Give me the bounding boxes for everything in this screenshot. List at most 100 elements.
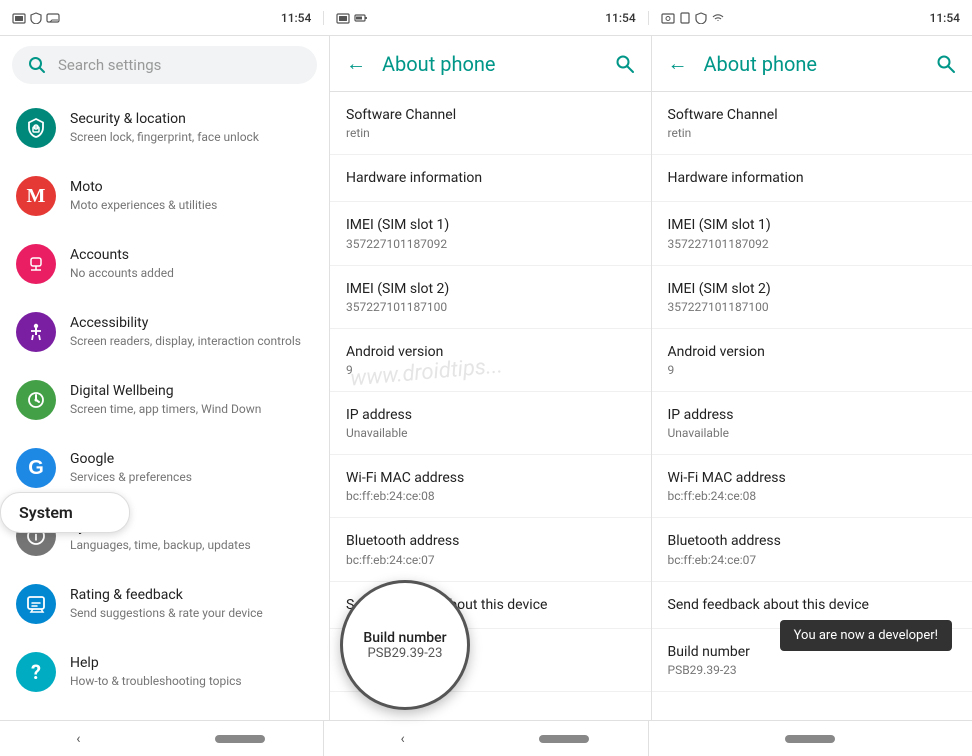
- info-sub-bt-mid: bc:ff:eb:24:ce:07: [346, 553, 635, 567]
- info-sub-imei1-mid: 357227101187092: [346, 237, 635, 251]
- info-sub-wifi-right: bc:ff:eb:24:ce:08: [668, 489, 957, 503]
- settings-item-accounts[interactable]: Accounts No accounts added: [0, 230, 329, 298]
- info-bt-mid[interactable]: Bluetooth address bc:ff:eb:24:ce:07: [330, 518, 651, 581]
- settings-item-rating[interactable]: Rating & feedback Send suggestions & rat…: [0, 570, 329, 638]
- security-text: Security & location Screen lock, fingerp…: [70, 110, 313, 146]
- info-sub-bt-right: bc:ff:eb:24:ce:07: [668, 553, 957, 567]
- info-sub-android-mid: 9: [346, 363, 635, 377]
- info-software-channel-right[interactable]: Software Channel retin: [652, 92, 972, 155]
- build-circle-value: PSB29.39-23: [368, 646, 443, 661]
- right-status-icons: [661, 12, 725, 24]
- info-sub-android-right: 9: [668, 363, 957, 377]
- mid-status-icons: [336, 12, 368, 24]
- security-icon: [16, 108, 56, 148]
- info-android-mid[interactable]: Android version 9: [330, 329, 651, 392]
- time-mid: 11:54: [605, 11, 635, 25]
- status-bar-mid: 11:54: [324, 11, 648, 25]
- settings-item-digital[interactable]: Digital Wellbeing Screen time, app timer…: [0, 366, 329, 434]
- info-sub-ip-right: Unavailable: [668, 426, 957, 440]
- search-button-right[interactable]: [936, 54, 956, 74]
- info-title-bt-right: Bluetooth address: [668, 532, 957, 550]
- info-title-hw-right: Hardware information: [668, 169, 957, 187]
- info-bt-right[interactable]: Bluetooth address bc:ff:eb:24:ce:07: [652, 518, 972, 581]
- build-circle-label: Build number: [363, 630, 446, 646]
- info-imei1-right[interactable]: IMEI (SIM slot 1) 357227101187092: [652, 202, 972, 265]
- settings-item-system[interactable]: i System Languages, time, backup, update…: [0, 502, 329, 570]
- info-sub-sw-right: retin: [668, 126, 957, 140]
- back-button-middle[interactable]: ←: [346, 51, 366, 76]
- system-subtitle: Languages, time, backup, updates: [70, 538, 313, 554]
- accounts-title: Accounts: [70, 246, 313, 264]
- google-subtitle: Services & preferences: [70, 470, 313, 486]
- info-imei2-mid[interactable]: IMEI (SIM slot 2) 357227101187100: [330, 266, 651, 329]
- moto-subtitle: Moto experiences & utilities: [70, 198, 313, 214]
- google-icon: G: [16, 448, 56, 488]
- info-title-imei1-right: IMEI (SIM slot 1): [668, 216, 957, 234]
- info-title-wifi-right: Wi-Fi MAC address: [668, 469, 957, 487]
- digital-icon: [16, 380, 56, 420]
- info-software-channel-mid[interactable]: Software Channel retin: [330, 92, 651, 155]
- status-bar: 11:54 11:54 11:54: [0, 0, 972, 36]
- digital-title: Digital Wellbeing: [70, 382, 313, 400]
- settings-panel: Search settings Security & location Scre…: [0, 36, 330, 720]
- info-title-hw-mid: Hardware information: [346, 169, 635, 187]
- panel-header-right: ← About phone: [652, 36, 972, 92]
- time-right: 11:54: [930, 11, 960, 25]
- help-icon: ?: [16, 652, 56, 692]
- settings-item-accessibility[interactable]: Accessibility Screen readers, display, i…: [0, 298, 329, 366]
- info-hardware-mid[interactable]: Hardware information: [330, 155, 651, 202]
- info-title-ip-mid: IP address: [346, 406, 635, 424]
- info-hardware-right[interactable]: Hardware information: [652, 155, 972, 202]
- info-sub-imei1-right: 357227101187092: [668, 237, 957, 251]
- info-imei2-right[interactable]: IMEI (SIM slot 2) 357227101187100: [652, 266, 972, 329]
- moto-icon: M: [16, 176, 56, 216]
- accessibility-text: Accessibility Screen readers, display, i…: [70, 314, 313, 350]
- nav-home-left[interactable]: [215, 735, 265, 743]
- help-subtitle: How-to & troubleshooting topics: [70, 674, 313, 690]
- developer-toast: You are now a developer!: [780, 620, 952, 651]
- nav-back-mid[interactable]: ‹: [383, 727, 423, 751]
- info-title-imei2-mid: IMEI (SIM slot 2): [346, 280, 635, 298]
- battery-icon-mid: [354, 12, 368, 24]
- system-tooltip-bubble: System: [0, 492, 130, 533]
- info-title-android-mid: Android version: [346, 343, 635, 361]
- info-sub-build-right: PSB29.39-23: [668, 663, 957, 677]
- settings-item-security[interactable]: Security & location Screen lock, fingerp…: [0, 94, 329, 162]
- message-icon: [46, 12, 60, 24]
- search-bar[interactable]: Search settings: [12, 46, 317, 84]
- nav-home-mid[interactable]: [539, 735, 589, 743]
- accounts-subtitle: No accounts added: [70, 266, 313, 282]
- info-sub-sw-mid: retin: [346, 126, 635, 140]
- back-button-right[interactable]: ←: [668, 51, 688, 76]
- info-android-right[interactable]: Android version 9: [652, 329, 972, 392]
- left-status-icons: [12, 12, 60, 24]
- search-button-middle[interactable]: [615, 54, 635, 74]
- nav-section-left: ‹: [0, 721, 324, 756]
- panel-header-middle: ← About phone: [330, 36, 651, 92]
- sim-icon: [12, 12, 26, 24]
- info-title-feedback-right: Send feedback about this device: [668, 596, 957, 614]
- rating-subtitle: Send suggestions & rate your device: [70, 606, 313, 622]
- rating-icon: [16, 584, 56, 624]
- info-ip-right[interactable]: IP address Unavailable: [652, 392, 972, 455]
- photo-icon-right: [661, 12, 675, 24]
- tooltip-title: System: [19, 503, 111, 522]
- info-wifi-right[interactable]: Wi-Fi MAC address bc:ff:eb:24:ce:08: [652, 455, 972, 518]
- accessibility-title: Accessibility: [70, 314, 313, 332]
- settings-item-moto[interactable]: M Moto Moto experiences & utilities: [0, 162, 329, 230]
- digital-text: Digital Wellbeing Screen time, app timer…: [70, 382, 313, 418]
- build-number-circle[interactable]: Build number PSB29.39-23: [340, 580, 470, 710]
- info-wifi-mid[interactable]: Wi-Fi MAC address bc:ff:eb:24:ce:08: [330, 455, 651, 518]
- status-bar-left: 11:54: [0, 11, 324, 25]
- rating-title: Rating & feedback: [70, 586, 313, 604]
- google-title: Google: [70, 450, 313, 468]
- info-ip-mid[interactable]: IP address Unavailable: [330, 392, 651, 455]
- nav-home-right[interactable]: [785, 735, 835, 743]
- nav-back-left[interactable]: ‹: [58, 727, 98, 751]
- settings-item-help[interactable]: ? Help How-to & troubleshooting topics: [0, 638, 329, 706]
- info-imei1-mid[interactable]: IMEI (SIM slot 1) 357227101187092: [330, 202, 651, 265]
- rating-text: Rating & feedback Send suggestions & rat…: [70, 586, 313, 622]
- info-title-bt-mid: Bluetooth address: [346, 532, 635, 550]
- shield-icon-right: [695, 12, 707, 24]
- info-title-imei2-right: IMEI (SIM slot 2): [668, 280, 957, 298]
